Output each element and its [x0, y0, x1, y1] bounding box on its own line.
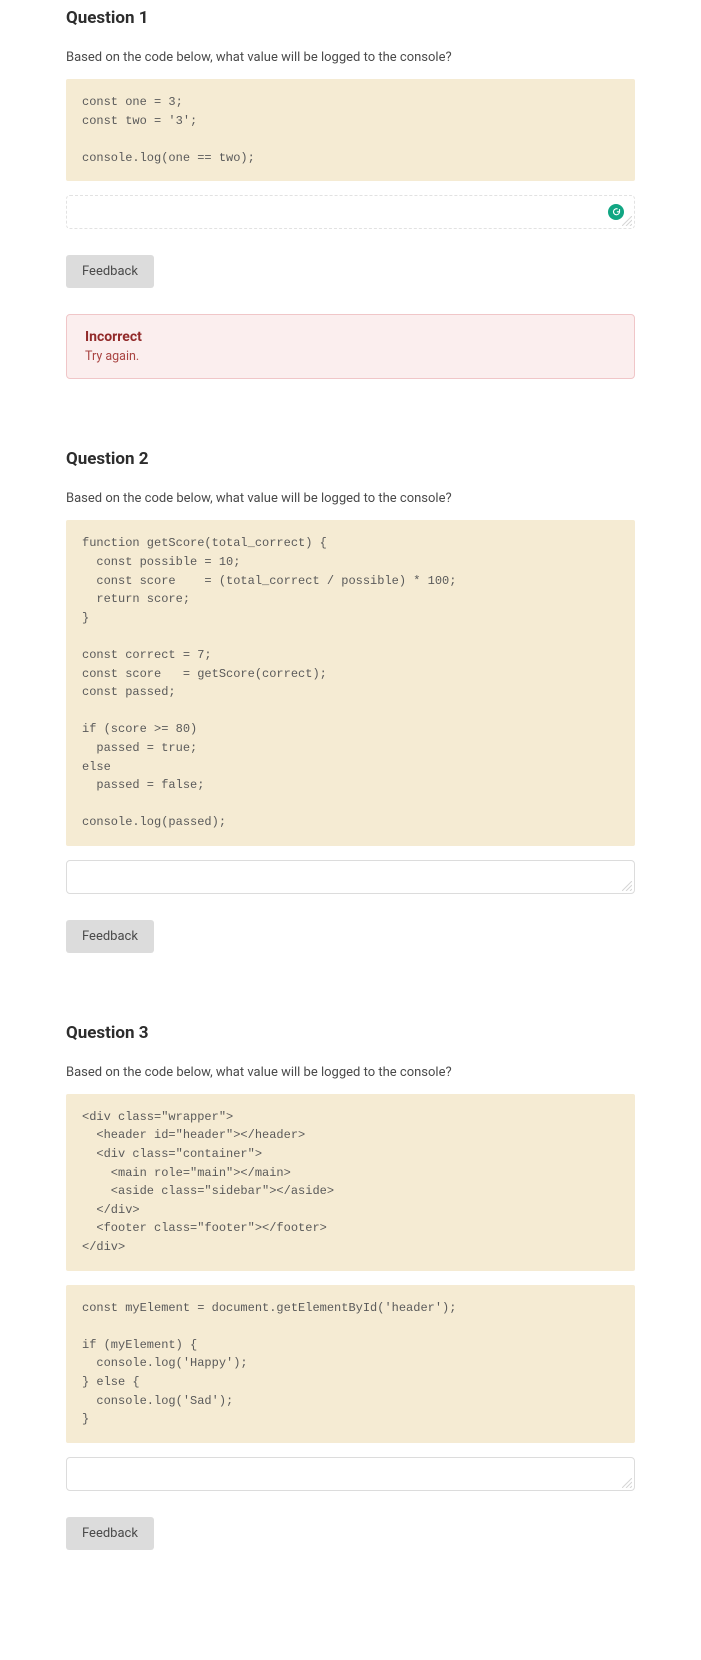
answer-input[interactable] [66, 860, 635, 894]
question-block-2: Question 2 Based on the code below, what… [66, 449, 635, 953]
question-title: Question 3 [66, 1023, 635, 1043]
resize-handle-icon [622, 881, 632, 891]
answer-input[interactable] [66, 1457, 635, 1491]
resize-handle-icon [622, 216, 632, 226]
question-prompt: Based on the code below, what value will… [66, 1065, 635, 1080]
question-title: Question 1 [66, 8, 635, 28]
feedback-message: Try again. [85, 349, 616, 364]
feedback-panel: Incorrect Try again. [66, 314, 635, 379]
question-title: Question 2 [66, 449, 635, 469]
question-prompt: Based on the code below, what value will… [66, 491, 635, 506]
code-block: function getScore(total_correct) { const… [66, 520, 635, 846]
question-prompt: Based on the code below, what value will… [66, 50, 635, 65]
resize-handle-icon [622, 1478, 632, 1488]
question-block-3: Question 3 Based on the code below, what… [66, 1023, 635, 1550]
quiz-page: Question 1 Based on the code below, what… [0, 0, 701, 1660]
answer-input[interactable] [66, 195, 635, 229]
question-block-1: Question 1 Based on the code below, what… [66, 8, 635, 379]
feedback-button[interactable]: Feedback [66, 920, 154, 953]
feedback-status: Incorrect [85, 329, 616, 345]
feedback-button[interactable]: Feedback [66, 255, 154, 288]
code-block: const myElement = document.getElementByI… [66, 1285, 635, 1443]
code-block: <div class="wrapper"> <header id="header… [66, 1094, 635, 1271]
feedback-button[interactable]: Feedback [66, 1517, 154, 1550]
grammarly-icon [608, 204, 624, 220]
code-block: const one = 3; const two = '3'; console.… [66, 79, 635, 181]
